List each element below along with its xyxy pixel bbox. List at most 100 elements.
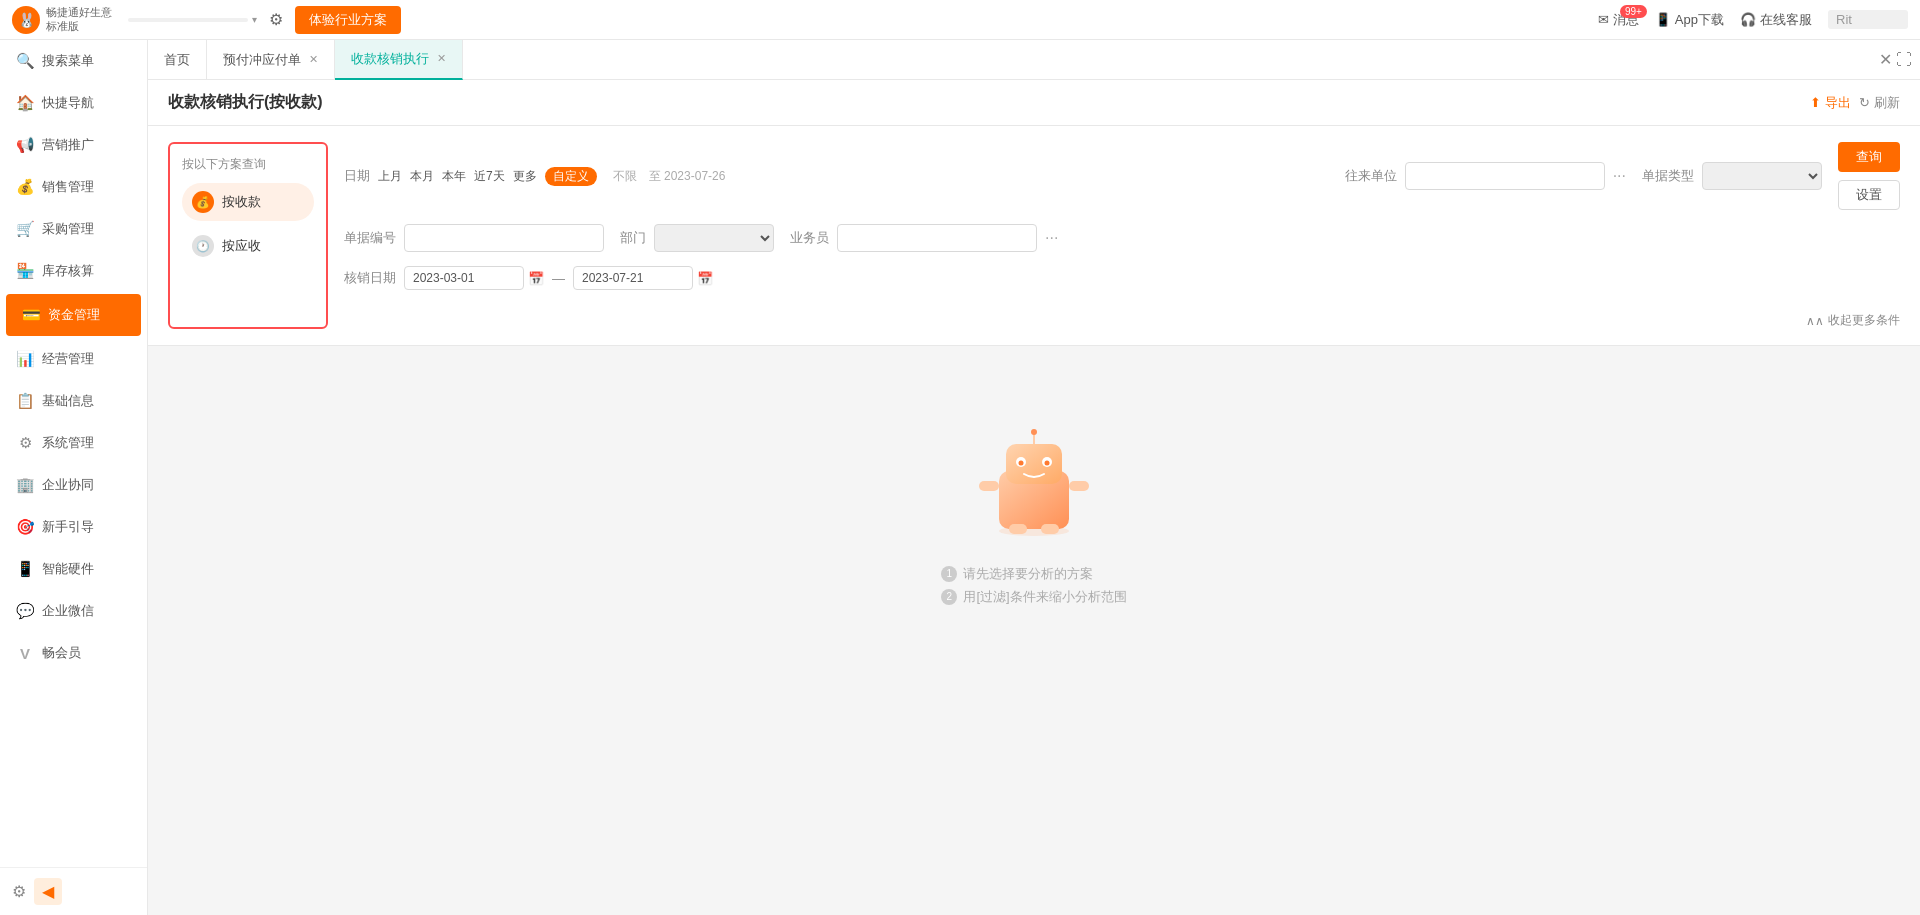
finance-icon: 💳	[22, 306, 40, 324]
sidebar-item-hardware[interactable]: 📱 智能硬件	[0, 548, 147, 590]
online-service-btn[interactable]: 🎧 在线客服	[1740, 11, 1812, 29]
sidebar-item-basic[interactable]: 📋 基础信息	[0, 380, 147, 422]
date-custom[interactable]: 自定义	[545, 167, 597, 186]
sidebar-settings-btn[interactable]: ⚙	[12, 882, 26, 901]
sidebar-label-inventory: 库存核算	[42, 262, 94, 280]
svg-point-5	[1019, 461, 1024, 466]
export-btn[interactable]: ⬆ 导出	[1810, 94, 1851, 112]
tab-receipt[interactable]: 收款核销执行 ✕	[335, 40, 463, 80]
tab-close-btn[interactable]: ✕	[1879, 50, 1892, 69]
filter-row-1: 日期 上月 本月 本年 近7天 更多 自定义 不限	[344, 142, 1900, 210]
export-icon: ⬆	[1810, 95, 1821, 110]
verify-date-end-group: 📅	[573, 266, 713, 290]
refresh-btn[interactable]: ↻ 刷新	[1859, 94, 1900, 112]
sidebar-item-inventory[interactable]: 🏪 库存核算	[0, 250, 147, 292]
date-links: 上月 本月 本年 近7天 更多 自定义	[378, 167, 597, 186]
top-bar-right: ✉ 消息 99+ 📱 App下载 🎧 在线客服 Rit	[1598, 10, 1908, 29]
partner-more-btn[interactable]: ···	[1613, 167, 1626, 185]
more-conditions-btn[interactable]: ∧∧ 收起更多条件	[1806, 312, 1900, 329]
receipt-filter-icon: 💰	[192, 191, 214, 213]
filter-form: 日期 上月 本月 本年 近7天 更多 自定义 不限	[344, 142, 1900, 329]
tab-home[interactable]: 首页	[148, 40, 207, 80]
company-name	[128, 18, 248, 22]
partner-input[interactable]	[1405, 162, 1605, 190]
sidebar-label-sales: 销售管理	[42, 178, 94, 196]
sidebar-label-finance: 资金管理	[48, 306, 100, 324]
query-btn[interactable]: 查询	[1838, 142, 1900, 172]
sidebar-collapse-btn[interactable]: ◀	[34, 878, 62, 905]
verify-date-start-icon[interactable]: 📅	[528, 271, 544, 286]
sidebar-bottom: ⚙ ◀	[0, 867, 147, 915]
user-info[interactable]: Rit	[1828, 10, 1908, 29]
verify-date-end-icon[interactable]: 📅	[697, 271, 713, 286]
date-last-month[interactable]: 上月	[378, 168, 402, 185]
empty-hint-2: 2 用[过滤]条件来缩小分析范围	[941, 585, 1126, 608]
company-dropdown-icon[interactable]: ▾	[252, 14, 257, 25]
svg-rect-10	[1069, 481, 1089, 491]
tab-receipt-close[interactable]: ✕	[437, 52, 446, 65]
refresh-icon: ↻	[1859, 95, 1870, 110]
verify-date-start[interactable]	[404, 266, 524, 290]
app-download-btn[interactable]: 📱 App下载	[1655, 11, 1724, 29]
robot-illustration	[974, 426, 1094, 546]
ops-icon: 📊	[16, 350, 34, 368]
more-conditions: ∧∧ 收起更多条件	[344, 304, 1900, 329]
tab-prepay-close[interactable]: ✕	[309, 53, 318, 66]
date-this-year[interactable]: 本年	[442, 168, 466, 185]
date-more[interactable]: 更多	[513, 168, 537, 185]
sidebar-item-system[interactable]: ⚙ 系统管理	[0, 422, 147, 464]
filter-option-receipt[interactable]: 💰 按收款	[182, 183, 314, 221]
industry-btn[interactable]: 体验行业方案	[295, 6, 401, 34]
sales-icon: 💰	[16, 178, 34, 196]
tab-prepay[interactable]: 预付冲应付单 ✕	[207, 40, 335, 80]
phone-icon: 📱	[1655, 12, 1671, 27]
action-btns: 查询 设置	[1838, 142, 1900, 210]
tab-home-label: 首页	[164, 51, 190, 69]
sidebar-item-guide[interactable]: 🎯 新手引导	[0, 506, 147, 548]
page-actions: ⬆ 导出 ↻ 刷新	[1810, 94, 1900, 112]
company-selector[interactable]: ▾	[128, 14, 257, 25]
date-this-month[interactable]: 本月	[410, 168, 434, 185]
settings-icon[interactable]: ⚙	[265, 6, 287, 33]
sidebar-item-member[interactable]: V 畅会员	[0, 632, 147, 674]
sidebar-item-finance[interactable]: 💳 资金管理	[6, 294, 141, 336]
member-icon: V	[16, 645, 34, 662]
doc-type-select[interactable]	[1702, 162, 1822, 190]
page-title: 收款核销执行(按收款)	[168, 92, 323, 113]
sidebar-item-sales[interactable]: 💰 销售管理	[0, 166, 147, 208]
sidebar-item-marketing[interactable]: 📢 营销推广	[0, 124, 147, 166]
sidebar-label-wechat: 企业微信	[42, 602, 94, 620]
svg-rect-11	[1009, 524, 1027, 534]
staff-more-btn[interactable]: ···	[1045, 229, 1058, 247]
dept-label: 部门	[620, 229, 646, 247]
date-7days[interactable]: 近7天	[474, 168, 505, 185]
settings-filter-btn[interactable]: 设置	[1838, 180, 1900, 210]
sidebar-item-wechat[interactable]: 💬 企业微信	[0, 590, 147, 632]
verify-date-start-group: 📅	[404, 266, 544, 290]
sidebar-item-quick[interactable]: 🏠 快捷导航	[0, 82, 147, 124]
dept-select[interactable]	[654, 224, 774, 252]
sidebar-item-corp[interactable]: 🏢 企业协同	[0, 464, 147, 506]
filter-doc-type-field: 单据类型	[1642, 162, 1822, 190]
sidebar-item-purchase[interactable]: 🛒 采购管理	[0, 208, 147, 250]
sidebar-item-ops[interactable]: 📊 经营管理	[0, 338, 147, 380]
purchase-icon: 🛒	[16, 220, 34, 238]
svg-point-6	[1045, 461, 1050, 466]
staff-input[interactable]	[837, 224, 1037, 252]
sidebar-label-corp: 企业协同	[42, 476, 94, 494]
receivable-filter-icon: 🕐	[192, 235, 214, 257]
filter-option-receivable[interactable]: 🕐 按应收	[182, 227, 314, 265]
doc-no-input[interactable]	[404, 224, 604, 252]
tab-maximize-btn[interactable]: ⛶	[1896, 51, 1912, 69]
date-to: 至 2023-07-26	[649, 168, 726, 185]
sidebar-item-search[interactable]: 🔍 搜索菜单	[0, 40, 147, 82]
sidebar-label-guide: 新手引导	[42, 518, 94, 536]
sidebar-label-marketing: 营销推广	[42, 136, 94, 154]
svg-rect-9	[979, 481, 999, 491]
message-btn[interactable]: ✉ 消息 99+	[1598, 11, 1639, 29]
filter-verify-date-field: 核销日期 📅 — 📅	[344, 266, 713, 290]
empty-hint-1: 1 请先选择要分析的方案	[941, 562, 1126, 585]
verify-date-end[interactable]	[573, 266, 693, 290]
tab-prepay-label: 预付冲应付单	[223, 51, 301, 69]
sidebar-label-ops: 经营管理	[42, 350, 94, 368]
